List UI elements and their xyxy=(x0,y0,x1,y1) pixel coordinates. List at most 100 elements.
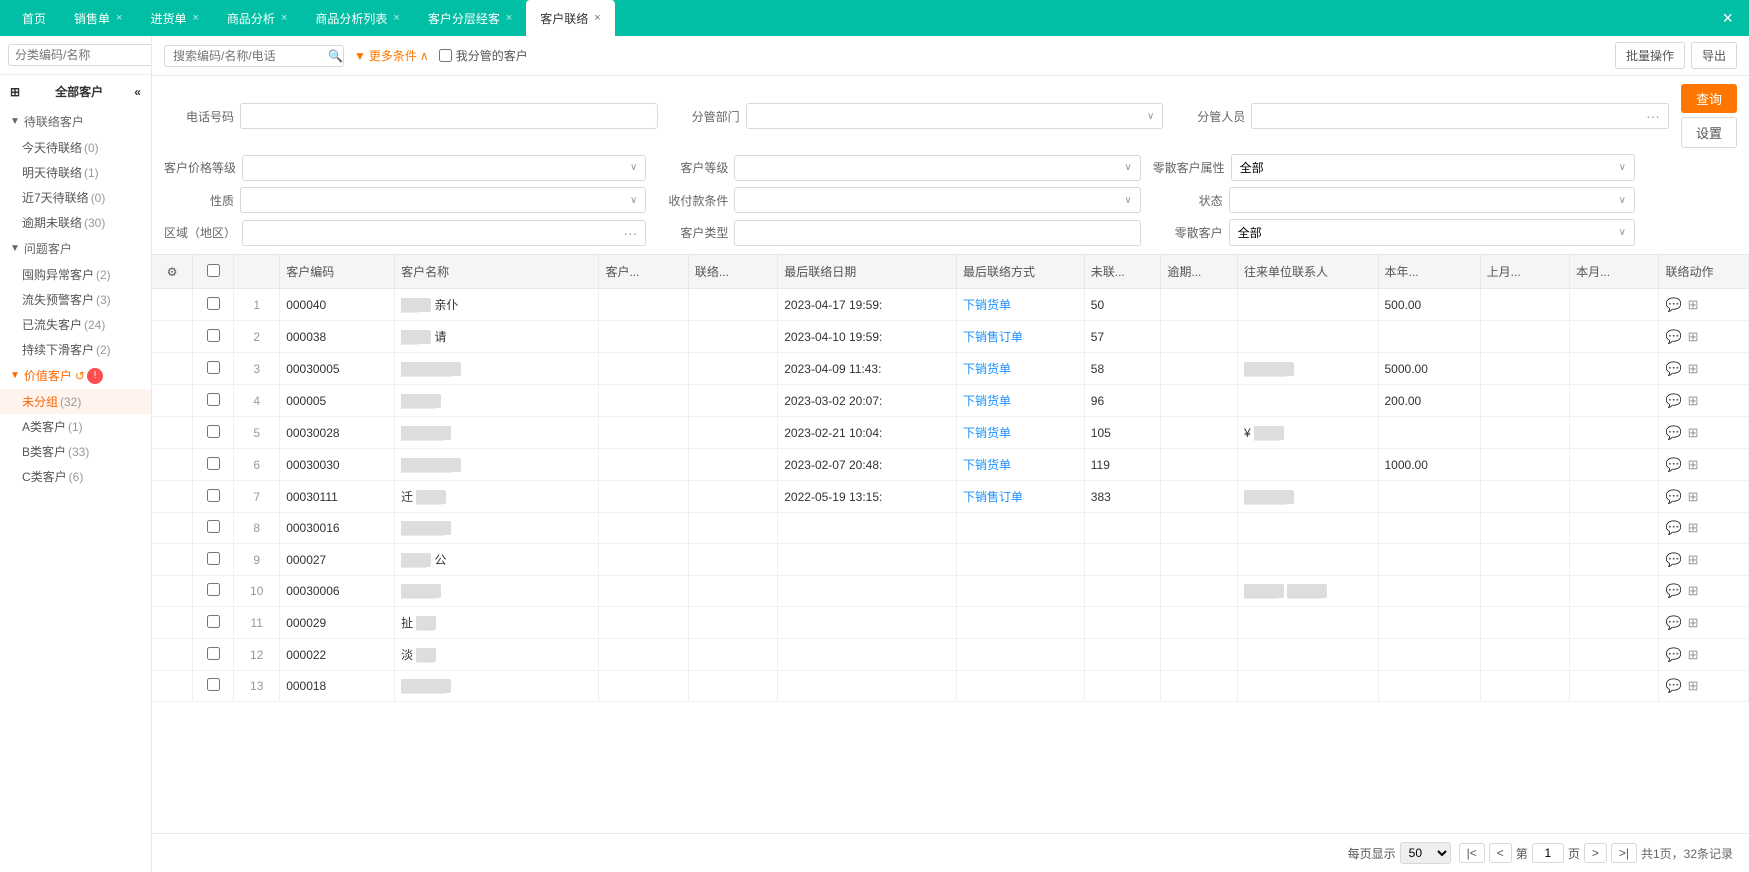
tab-product-analysis[interactable]: 商品分析 × xyxy=(213,0,301,36)
tab-customer-contact[interactable]: 客户联络 × xyxy=(526,0,614,36)
group-problem-customers[interactable]: ▼ 问题客户 xyxy=(0,235,151,262)
phone-input-control[interactable] xyxy=(240,103,658,129)
export-button[interactable]: 导出 xyxy=(1691,42,1737,69)
page-number-input[interactable] xyxy=(1532,843,1564,863)
region-select[interactable]: ··· xyxy=(242,220,646,246)
phone-input[interactable] xyxy=(249,109,649,123)
row-checkbox[interactable] xyxy=(207,489,220,502)
chat-icon[interactable]: 💬 xyxy=(1665,520,1681,536)
method-link[interactable]: 下销货单 xyxy=(963,362,1011,376)
main-search-input[interactable] xyxy=(173,49,328,63)
grid-action-icon[interactable]: ⊞ xyxy=(1688,393,1699,409)
scatter-attr-select[interactable]: 全部 ∨ xyxy=(1231,154,1635,181)
chat-icon[interactable]: 💬 xyxy=(1665,489,1681,505)
nature-select[interactable]: ∨ xyxy=(240,187,646,213)
chat-icon[interactable]: 💬 xyxy=(1665,583,1681,599)
row-checkbox[interactable] xyxy=(207,393,220,406)
row-checkbox[interactable] xyxy=(207,615,220,628)
department-select[interactable]: ∨ xyxy=(746,103,1164,129)
grid-action-icon[interactable]: ⊞ xyxy=(1688,520,1699,536)
refresh-icon[interactable]: ↺ xyxy=(75,369,85,383)
grid-action-icon[interactable]: ⊞ xyxy=(1688,297,1699,313)
sidebar-item-tomorrow-pending[interactable]: 明天待联络 (1) xyxy=(0,160,151,185)
row-checkbox[interactable] xyxy=(207,329,220,342)
method-link[interactable]: 下销货单 xyxy=(963,394,1011,408)
next-page-button[interactable]: > xyxy=(1584,843,1607,863)
checkbox-col-header[interactable] xyxy=(193,255,234,289)
chat-icon[interactable]: 💬 xyxy=(1665,678,1681,694)
contact-col-header[interactable]: 联络... xyxy=(688,255,777,289)
chat-icon[interactable]: 💬 xyxy=(1665,552,1681,568)
batch-operation-button[interactable]: 批量操作 xyxy=(1615,42,1685,69)
grid-action-icon[interactable]: ⊞ xyxy=(1688,615,1699,631)
row-checkbox[interactable] xyxy=(207,552,220,565)
window-close-button[interactable]: × xyxy=(1714,8,1741,29)
last-date-col-header[interactable]: 最后联络日期 xyxy=(778,255,957,289)
category-search-input[interactable] xyxy=(8,44,152,66)
reset-button[interactable]: 设置 xyxy=(1681,117,1737,148)
my-customers-checkbox[interactable] xyxy=(439,49,452,62)
tab-sales[interactable]: 销售单 × xyxy=(60,0,136,36)
settings-col-header[interactable]: ⚙ xyxy=(152,255,193,289)
manager-select[interactable]: ··· xyxy=(1251,103,1669,129)
query-button[interactable]: 查询 xyxy=(1681,84,1737,113)
method-link[interactable]: 下销售订单 xyxy=(963,330,1023,344)
last-page-button[interactable]: >| xyxy=(1611,843,1637,863)
not-contacted-col-header[interactable]: 未联... xyxy=(1084,255,1161,289)
close-icon[interactable]: × xyxy=(594,12,600,24)
all-customers-button[interactable]: ⊞ 全部客户 « xyxy=(0,75,151,108)
tab-product-analysis-list[interactable]: 商品分析列表 × xyxy=(301,0,413,36)
chat-icon[interactable]: 💬 xyxy=(1665,361,1681,377)
tab-purchase[interactable]: 进货单 × xyxy=(136,0,212,36)
grid-action-icon[interactable]: ⊞ xyxy=(1688,457,1699,473)
sidebar-item-today-pending[interactable]: 今天待联络 (0) xyxy=(0,135,151,160)
scatter-customer-select[interactable]: 全部 ∨ xyxy=(1229,219,1635,246)
row-checkbox[interactable] xyxy=(207,361,220,374)
close-icon[interactable]: × xyxy=(506,12,512,24)
this-year-col-header[interactable]: 本年... xyxy=(1378,255,1480,289)
first-page-button[interactable]: |< xyxy=(1459,843,1485,863)
sidebar-item-ungroup[interactable]: 未分组 (32) xyxy=(0,389,151,414)
sidebar-item-7day-pending[interactable]: 近7天待联络 (0) xyxy=(0,185,151,210)
overdue-col-header[interactable]: 逾期... xyxy=(1161,255,1238,289)
main-search-icon[interactable]: 🔍 xyxy=(328,49,343,63)
company-contact-col-header[interactable]: 往来单位联系人 xyxy=(1238,255,1378,289)
sidebar-item-class-a[interactable]: A类客户 (1) xyxy=(0,414,151,439)
status-select[interactable]: ∨ xyxy=(1229,187,1635,213)
gear-icon[interactable]: ⚙ xyxy=(167,265,178,279)
chat-icon[interactable]: 💬 xyxy=(1665,393,1681,409)
chat-icon[interactable]: 💬 xyxy=(1665,457,1681,473)
grid-action-icon[interactable]: ⊞ xyxy=(1688,678,1699,694)
chat-icon[interactable]: 💬 xyxy=(1665,297,1681,313)
method-link[interactable]: 下销货单 xyxy=(963,298,1011,312)
close-icon[interactable]: × xyxy=(116,12,122,24)
method-link[interactable]: 下销货单 xyxy=(963,458,1011,472)
name-col-header[interactable]: 客户名称 xyxy=(395,255,599,289)
grid-action-icon[interactable]: ⊞ xyxy=(1688,583,1699,599)
group-value-customers[interactable]: ▼ 价值客户 ↺ ! xyxy=(0,362,151,389)
type-col-header[interactable]: 客户... xyxy=(599,255,688,289)
close-icon[interactable]: × xyxy=(393,12,399,24)
this-month-col-header[interactable]: 本月... xyxy=(1570,255,1659,289)
sidebar-item-class-b[interactable]: B类客户 (33) xyxy=(0,439,151,464)
row-checkbox[interactable] xyxy=(207,520,220,533)
grid-action-icon[interactable]: ⊞ xyxy=(1688,552,1699,568)
price-level-select[interactable]: ∨ xyxy=(242,155,646,181)
customer-type-input[interactable] xyxy=(734,220,1140,246)
sidebar-item-declining[interactable]: 持续下滑客户 (2) xyxy=(0,337,151,362)
chat-icon[interactable]: 💬 xyxy=(1665,329,1681,345)
tab-customer-segment[interactable]: 客户分层经客 × xyxy=(414,0,526,36)
grid-action-icon[interactable]: ⊞ xyxy=(1688,489,1699,505)
row-checkbox[interactable] xyxy=(207,425,220,438)
last-month-col-header[interactable]: 上月... xyxy=(1480,255,1569,289)
sidebar-item-overdue-pending[interactable]: 逾期未联络 (30) xyxy=(0,210,151,235)
grid-action-icon[interactable]: ⊞ xyxy=(1688,425,1699,441)
method-link[interactable]: 下销售订单 xyxy=(963,490,1023,504)
sidebar-item-churned[interactable]: 已流失客户 (24) xyxy=(0,312,151,337)
row-checkbox[interactable] xyxy=(207,678,220,691)
payment-terms-select[interactable]: ∨ xyxy=(734,187,1140,213)
code-col-header[interactable]: 客户编码 xyxy=(280,255,395,289)
customer-level-select[interactable]: ∨ xyxy=(734,155,1140,181)
group-pending-contact[interactable]: ▼ 待联络客户 xyxy=(0,108,151,135)
prev-page-button[interactable]: < xyxy=(1489,843,1512,863)
